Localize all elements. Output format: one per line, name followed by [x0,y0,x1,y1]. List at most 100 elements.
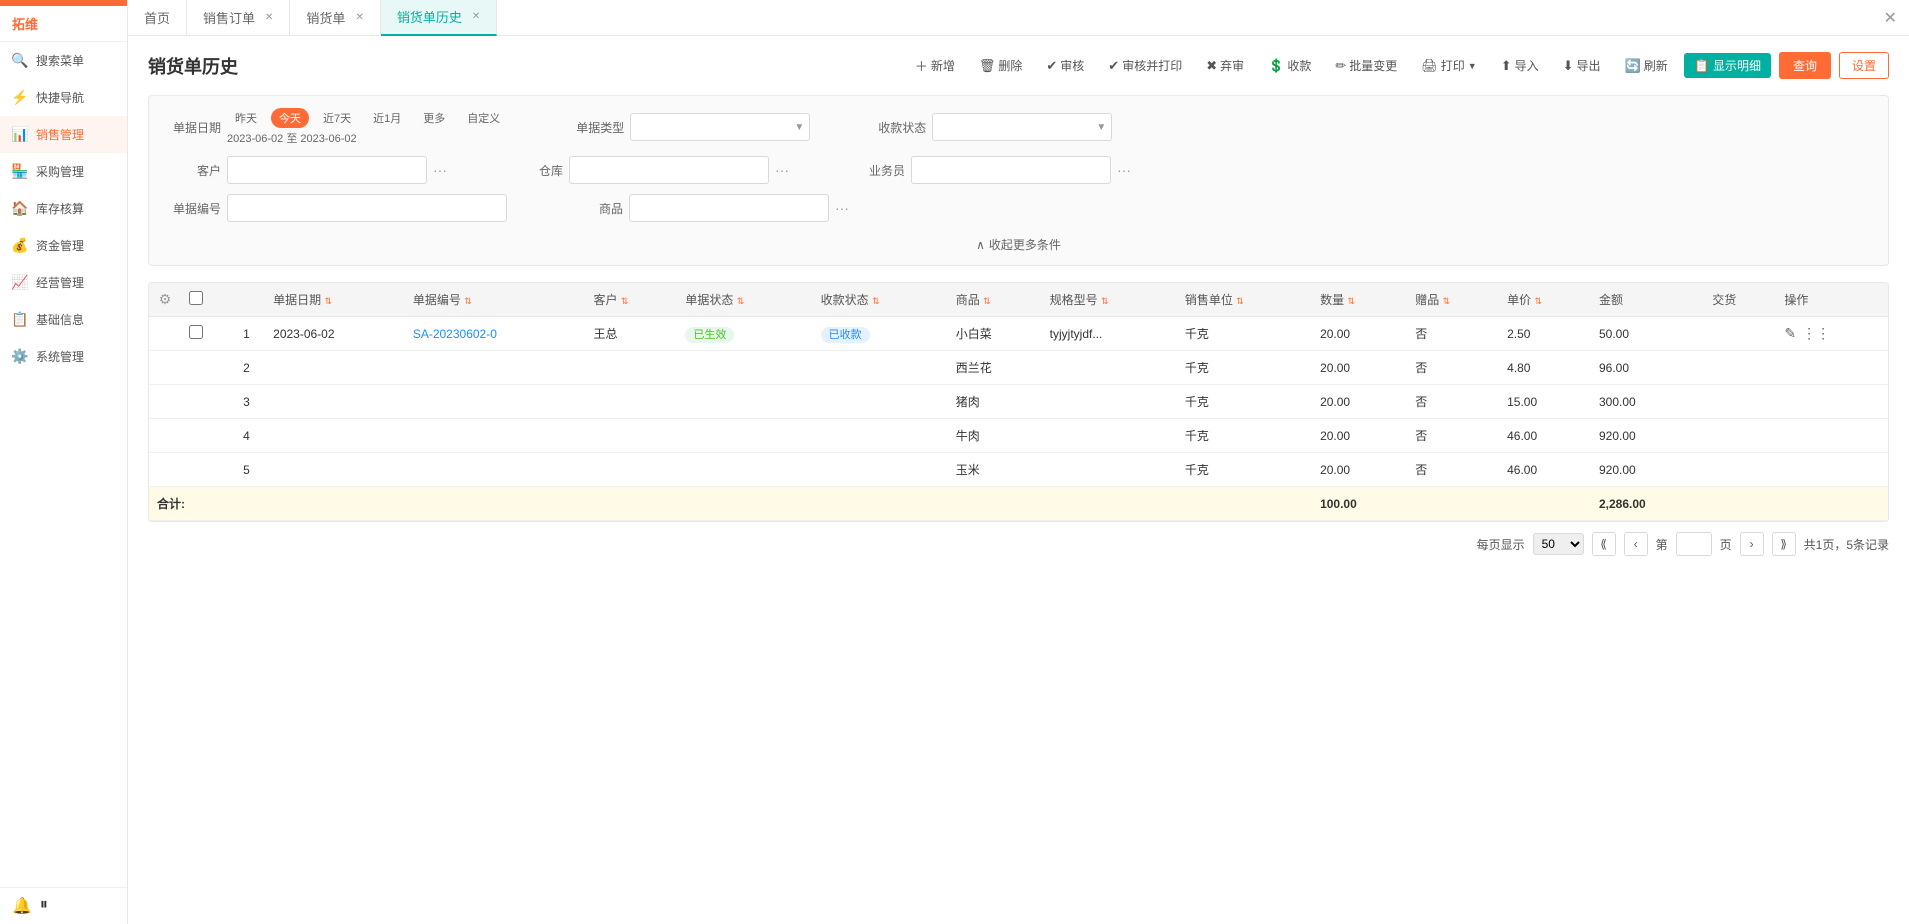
sidebar-item-label: 库存核算 [36,200,84,217]
date-chips: 昨天 今天 近7天 近1月 更多 自定义 [227,108,508,128]
import-button[interactable]: ⬆ 导入 [1493,53,1547,78]
col-payment-status[interactable]: 收款状态 ⇅ [813,283,948,317]
col-price-label: 单价 [1507,293,1531,307]
import-label: 导入 [1515,57,1539,74]
search-menu-icon: 🔍 [12,53,28,69]
close-sales-goods-icon[interactable]: ✕ [355,12,363,23]
sidebar-item-sales[interactable]: 📊 销售管理 [0,116,127,153]
col-unit[interactable]: 销售单位 ⇅ [1177,283,1312,317]
page-number-input[interactable]: 1 [1676,532,1712,556]
sidebar-item-inventory[interactable]: 🏠 库存核算 [0,190,127,227]
sales-icon: 📊 [12,127,28,143]
page-label-after: 页 [1720,536,1732,553]
customer-input[interactable] [227,156,427,184]
cell-price: 4.80 [1499,351,1591,385]
add-button[interactable]: ＋ 新增 [907,52,963,79]
page-next-button[interactable]: › [1740,532,1764,556]
date-chip-yesterday[interactable]: 昨天 [227,108,265,128]
row-checkbox[interactable] [189,325,203,339]
export-label: 导出 [1577,57,1601,74]
type-select[interactable] [630,113,810,141]
cell-payment-status [813,453,948,487]
sidebar-item-finance[interactable]: 💰 资金管理 [0,227,127,264]
batch-change-icon: ✏ [1335,58,1346,74]
filter-area: 单据日期 昨天 今天 近7天 近1月 更多 自定义 2023-06-02 至 2… [148,95,1889,266]
date-chip-more[interactable]: 更多 [415,108,453,128]
col-goods[interactable]: 商品 ⇅ [948,283,1042,317]
add-icon: ＋ [915,56,928,75]
date-chip-today[interactable]: 今天 [271,108,309,128]
customer-select-icon[interactable]: ··· [433,162,447,178]
print-icon: 🖨 [1421,58,1438,74]
delete-button[interactable]: 🗑 删除 [971,53,1031,78]
pause-icon[interactable]: ⏸ [40,896,48,916]
finance-icon: 💰 [12,238,28,254]
batch-change-button[interactable]: ✏ 批量变更 [1327,53,1405,78]
page-size-select[interactable]: 50 10 20 100 [1533,533,1584,555]
payment-select[interactable] [932,113,1112,141]
row-actions: ✎ ⋮⋮ [1784,325,1880,342]
date-chip-7days[interactable]: 近7天 [315,108,359,128]
tab-home[interactable]: 首页 [128,0,187,36]
query-button[interactable]: 查询 [1779,52,1831,79]
notification-icon[interactable]: 🔔 [12,896,32,916]
select-all-checkbox[interactable] [189,291,203,305]
export-button[interactable]: ⬇ 导出 [1555,53,1609,78]
staff-input[interactable] [911,156,1111,184]
cell-spec [1042,351,1177,385]
tab-sales-goods[interactable]: 销货单 ✕ [290,0,380,36]
audit-button[interactable]: ✔ 审核 [1038,53,1092,78]
tab-sales-history-label: 销货单历史 [397,7,462,26]
col-order-no[interactable]: 单据编号 ⇅ [405,283,586,317]
tab-sales-history[interactable]: 销货单历史 ✕ [381,0,497,36]
date-chip-1month[interactable]: 近1月 [365,108,409,128]
setting-button[interactable]: 设置 [1839,52,1889,79]
sidebar-item-search[interactable]: 🔍 搜索菜单 [0,42,127,79]
display-detail-button[interactable]: 📋 显示明细 [1684,53,1771,78]
close-sales-history-icon[interactable]: ✕ [472,11,480,22]
settings-icon[interactable]: ⚙ [159,291,172,307]
table-header-row: ⚙ 单据日期 ⇅ 单据编号 ⇅ [149,283,1888,317]
collect-button[interactable]: 💲 收款 [1260,53,1319,78]
sort-spec-icon: ⇅ [1101,296,1109,306]
col-price[interactable]: 单价 ⇅ [1499,283,1591,317]
print-button[interactable]: 🖨 打印 ▼ [1413,53,1484,78]
sidebar-item-purchase[interactable]: 🏪 采购管理 [0,153,127,190]
goods-input[interactable] [629,194,829,222]
col-date[interactable]: 单据日期 ⇅ [265,283,405,317]
sidebar-item-system[interactable]: ⚙️ 系统管理 [0,338,127,375]
cell-date [265,453,405,487]
staff-select-icon[interactable]: ··· [1117,162,1131,178]
col-order-status[interactable]: 单据状态 ⇅ [677,283,812,317]
more-row-icon[interactable]: ⋮⋮ [1802,325,1830,342]
operations-icon: 📈 [12,275,28,291]
close-all-tabs-button[interactable]: ✕ [1872,8,1909,28]
audit-print-button[interactable]: ✔ 审核并打印 [1100,53,1190,78]
col-gift[interactable]: 赠品 ⇅ [1407,283,1499,317]
page-last-button[interactable]: ⟫ [1772,532,1796,556]
edit-row-icon[interactable]: ✎ [1784,325,1796,342]
page-prev-button[interactable]: ‹ [1624,532,1648,556]
collapse-filter-button[interactable]: ∧ 收起更多条件 [165,232,1872,253]
page-first-button[interactable]: ⟪ [1592,532,1616,556]
abandon-button[interactable]: ✖ 弃审 [1198,53,1252,78]
col-spec[interactable]: 规格型号 ⇅ [1042,283,1177,317]
sidebar-item-quick-nav[interactable]: ⚡ 快捷导航 [0,79,127,116]
order-no-input[interactable] [227,194,507,222]
refresh-button[interactable]: 🔄 刷新 [1617,53,1676,78]
type-label: 单据类型 [568,119,624,136]
sidebar-item-operations[interactable]: 📈 经营管理 [0,264,127,301]
cell-seq: 5 [235,453,265,487]
tab-sales-order[interactable]: 销售订单 ✕ [187,0,290,36]
warehouse-input[interactable] [569,156,769,184]
order-no-label: 单据编号 [165,200,221,217]
goods-select-icon[interactable]: ··· [835,200,849,216]
filter-customer-item: 客户 ··· [165,156,447,184]
close-sales-order-icon[interactable]: ✕ [265,12,273,23]
col-settings[interactable]: ⚙ [149,283,181,317]
warehouse-select-icon[interactable]: ··· [775,162,789,178]
sidebar-item-base-info[interactable]: 📋 基础信息 [0,301,127,338]
col-qty[interactable]: 数量 ⇅ [1312,283,1407,317]
date-chip-custom[interactable]: 自定义 [459,108,508,128]
col-customer[interactable]: 客户 ⇅ [585,283,677,317]
